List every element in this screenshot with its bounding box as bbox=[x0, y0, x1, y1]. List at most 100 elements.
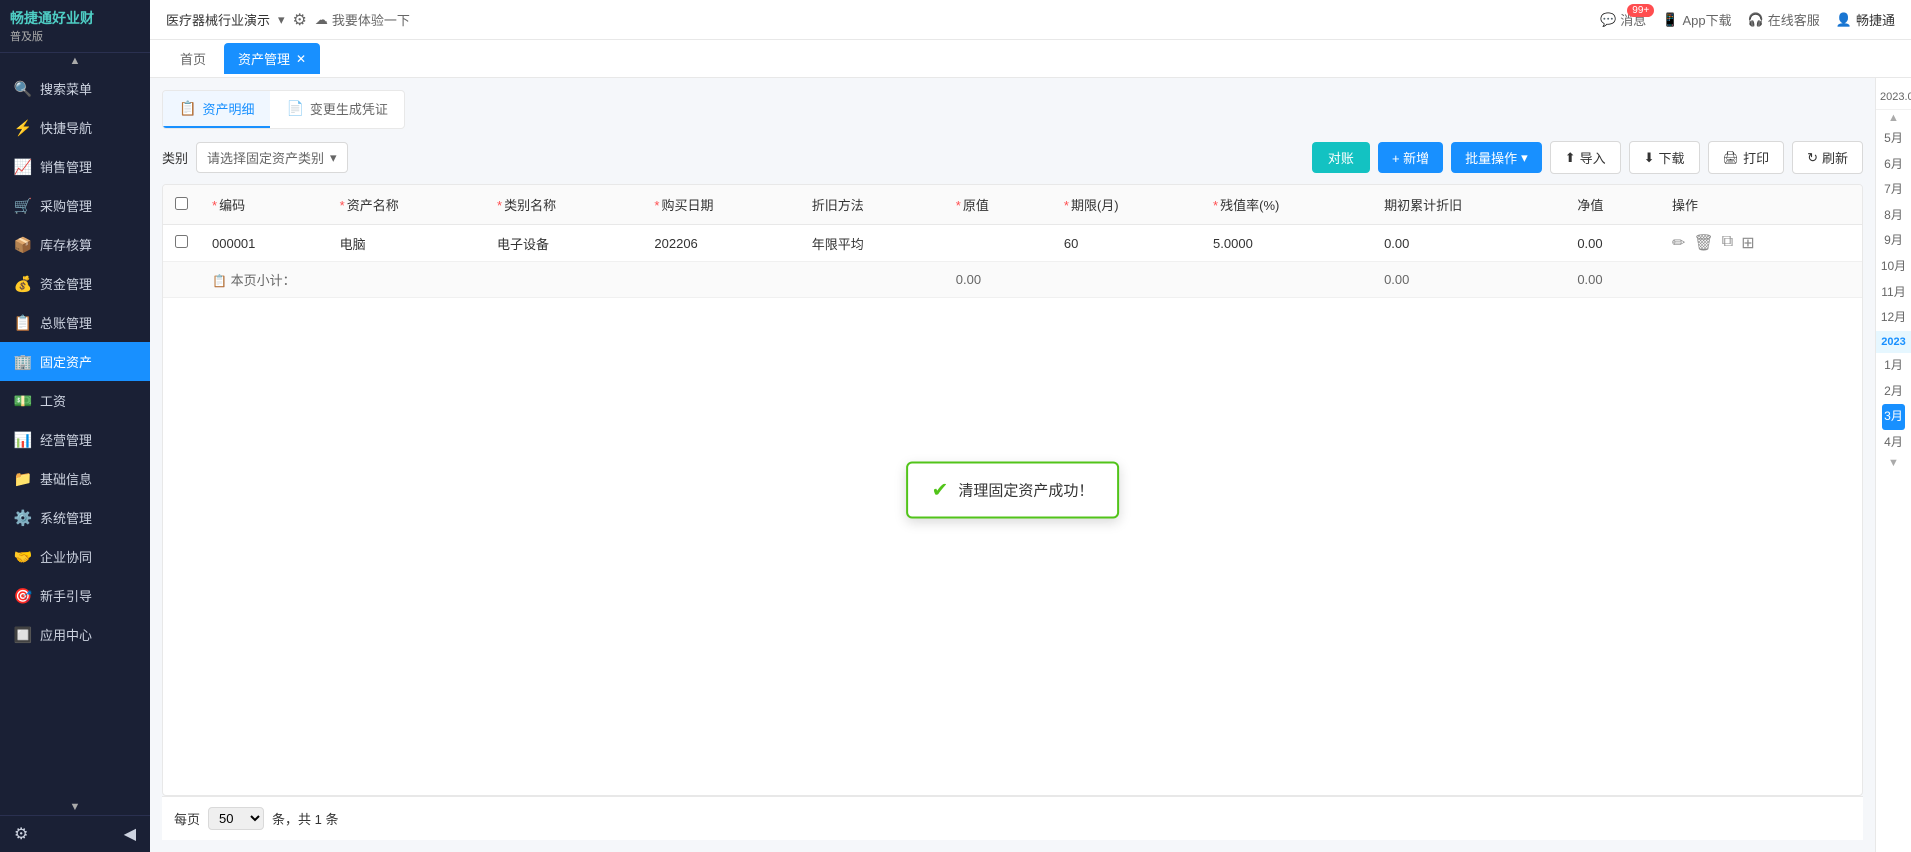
col-header-value: *原值 bbox=[944, 185, 1052, 225]
nav-icon: 🎯 bbox=[14, 587, 32, 605]
user-menu[interactable]: 👤 畅捷通 bbox=[1836, 10, 1895, 29]
edit-icon[interactable]: ✏ bbox=[1672, 233, 1685, 253]
topbar-left: 医疗器械行业演示 ▾ ⚙ ☁ 我要体验一下 bbox=[166, 10, 410, 30]
experience-btn[interactable]: ☁ 我要体验一下 bbox=[315, 10, 410, 29]
download-btn[interactable]: ⬇ 下载 bbox=[1629, 141, 1700, 174]
calendar-scroll-down[interactable]: ▼ bbox=[1876, 455, 1911, 471]
company-dropdown-icon[interactable]: ▾ bbox=[278, 12, 285, 28]
col-header-code: *编码 bbox=[200, 185, 328, 225]
sub-tab-change-voucher[interactable]: 📄 变更生成凭证 bbox=[270, 91, 403, 128]
tab-home[interactable]: 首页 bbox=[166, 43, 220, 74]
batch-btn[interactable]: 批量操作 ▾ bbox=[1451, 142, 1542, 173]
sidebar-item-应用中心[interactable]: 🔲应用中心 bbox=[0, 615, 150, 654]
print-btn[interactable]: 🖨 打印 bbox=[1708, 141, 1785, 174]
tab-asset-management[interactable]: 资产管理 ✕ bbox=[224, 43, 320, 74]
sidebar-item-新手引导[interactable]: 🎯新手引导 bbox=[0, 576, 150, 615]
detail-icon: 📋 bbox=[179, 100, 196, 117]
per-page-select[interactable]: 50 100 200 bbox=[208, 807, 264, 830]
import-btn[interactable]: ⬆ 导入 bbox=[1550, 141, 1621, 174]
settings-icon[interactable]: ⚙ bbox=[14, 824, 28, 844]
new-btn[interactable]: + 新增 bbox=[1378, 142, 1443, 173]
tabs-bar: 首页 资产管理 ✕ bbox=[150, 40, 1911, 78]
message-icon: 💬 bbox=[1600, 12, 1616, 28]
calendar-month-prev[interactable]: 10月 bbox=[1879, 254, 1908, 280]
sidebar-item-label: 基础信息 bbox=[40, 469, 92, 488]
calendar-scroll-up[interactable]: ▲ bbox=[1876, 110, 1911, 126]
subtotal-net: 0.00 bbox=[1565, 262, 1660, 298]
select-all-checkbox[interactable] bbox=[175, 197, 188, 210]
sidebar-item-label: 销售管理 bbox=[40, 157, 92, 176]
sidebar-item-label: 工资 bbox=[40, 391, 66, 410]
success-icon: ✔ bbox=[932, 478, 949, 503]
sidebar-item-企业协同[interactable]: 🤝企业协同 bbox=[0, 537, 150, 576]
message-btn[interactable]: 💬 消息 99+ bbox=[1600, 10, 1646, 29]
nav-icon: 💰 bbox=[14, 275, 32, 293]
sidebar-item-工资[interactable]: 💵工资 bbox=[0, 381, 150, 420]
refresh-btn[interactable]: ↻ 刷新 bbox=[1792, 141, 1863, 174]
tab-close-icon[interactable]: ✕ bbox=[296, 52, 306, 66]
sidebar-item-固定资产[interactable]: 🏢固定资产 bbox=[0, 342, 150, 381]
asset-table: *编码 *资产名称 *类别名称 *购买日期 折旧方法 *原值 *期限(月) *残… bbox=[163, 185, 1862, 298]
row-checkbox-cell[interactable] bbox=[163, 225, 200, 262]
nav-icon: 🔍 bbox=[14, 80, 32, 98]
sidebar-item-经营管理[interactable]: 📊 经营管理 bbox=[0, 420, 150, 459]
sidebar-item-基础信息[interactable]: 📁基础信息 bbox=[0, 459, 150, 498]
calendar-month-current[interactable]: 2月 bbox=[1882, 379, 1905, 405]
refresh-icon: ↻ bbox=[1807, 150, 1818, 166]
sidebar-item-搜索菜单[interactable]: 🔍搜索菜单 bbox=[0, 69, 150, 108]
voucher-icon: 📄 bbox=[286, 100, 303, 117]
sidebar-scroll-down[interactable]: ▼ bbox=[0, 799, 150, 815]
more-icon[interactable]: ⊞ bbox=[1741, 233, 1754, 253]
category-select[interactable]: 请选择固定资产类别 ▾ bbox=[196, 142, 348, 173]
cell-value bbox=[944, 225, 1052, 262]
online-service-btn[interactable]: 🎧 在线客服 bbox=[1748, 10, 1820, 29]
nav-icon: 📈 bbox=[14, 158, 32, 176]
sidebar-item-总账管理[interactable]: 📋总账管理 bbox=[0, 303, 150, 342]
nav-icon: 🏢 bbox=[14, 353, 32, 371]
sidebar-item-销售管理[interactable]: 📈 销售管理 bbox=[0, 147, 150, 186]
col-header-net: 净值 bbox=[1565, 185, 1660, 225]
cell-method: 年限平均 bbox=[800, 225, 944, 262]
sidebar-item-库存核算[interactable]: 📦库存核算 bbox=[0, 225, 150, 264]
pagination: 每页 50 100 200 条，共 1 条 bbox=[162, 796, 1863, 840]
sidebar-item-label: 库存核算 bbox=[40, 235, 92, 254]
calendar-month-prev[interactable]: 12月 bbox=[1879, 305, 1908, 331]
sidebar-item-资金管理[interactable]: 💰资金管理 bbox=[0, 264, 150, 303]
sub-tab-asset-detail[interactable]: 📋 资产明细 bbox=[163, 91, 270, 128]
row-checkbox[interactable] bbox=[175, 235, 188, 248]
app-download-btn[interactable]: 📱 App下载 bbox=[1662, 10, 1731, 29]
nav-icon: 🛒 bbox=[14, 197, 32, 215]
calendar-month-prev[interactable]: 9月 bbox=[1879, 228, 1908, 254]
select-all-header[interactable] bbox=[163, 185, 200, 225]
sidebar-item-label: 采购管理 bbox=[40, 196, 92, 215]
sidebar-scroll-up[interactable]: ▲ bbox=[0, 53, 150, 69]
calendar-month-prev[interactable]: 5月 bbox=[1879, 126, 1908, 152]
sidebar-item-采购管理[interactable]: 🛒 采购管理 bbox=[0, 186, 150, 225]
toolbar-left: 类别 请选择固定资产类别 ▾ bbox=[162, 142, 348, 173]
topbar-settings-icon[interactable]: ⚙ bbox=[293, 10, 307, 30]
nav-icon: 📊 bbox=[14, 431, 32, 449]
calendar-month-current[interactable]: 3月 bbox=[1882, 404, 1905, 430]
sidebar-item-系统管理[interactable]: ⚙️系统管理 bbox=[0, 498, 150, 537]
col-header-action: 操作 bbox=[1660, 185, 1862, 225]
calendar-month-current[interactable]: 1月 bbox=[1882, 353, 1905, 379]
delete-icon[interactable]: 🗑 bbox=[1693, 233, 1713, 253]
sidebar-item-快捷导航[interactable]: ⚡快捷导航 bbox=[0, 108, 150, 147]
calendar-month-prev[interactable]: 7月 bbox=[1879, 177, 1908, 203]
sidebar-item-label: 系统管理 bbox=[40, 508, 92, 527]
calendar-month-prev[interactable]: 8月 bbox=[1879, 203, 1908, 229]
calendar-year: 2023.03 bbox=[1880, 91, 1907, 103]
headset-icon: 🎧 bbox=[1748, 12, 1764, 28]
calendar-prev-months: 5月6月7月8月9月10月11月12月 bbox=[1879, 126, 1908, 331]
app-title: 畅捷通好业财 bbox=[10, 8, 140, 28]
calendar-month-prev[interactable]: 6月 bbox=[1879, 152, 1908, 178]
collapse-icon[interactable]: ◀ bbox=[124, 824, 136, 844]
select-dropdown-icon: ▾ bbox=[330, 150, 337, 166]
calendar-month-prev[interactable]: 11月 bbox=[1879, 280, 1908, 306]
cell-code: 000001 bbox=[200, 225, 328, 262]
calendar-month-current[interactable]: 4月 bbox=[1882, 430, 1905, 456]
copy-icon[interactable]: ⧉ bbox=[1722, 233, 1733, 253]
calendar-close-btn[interactable]: ✕ bbox=[1907, 86, 1911, 107]
sidebar-item-label: 经营管理 bbox=[40, 430, 92, 449]
reconcile-btn[interactable]: 对账 bbox=[1312, 142, 1370, 173]
